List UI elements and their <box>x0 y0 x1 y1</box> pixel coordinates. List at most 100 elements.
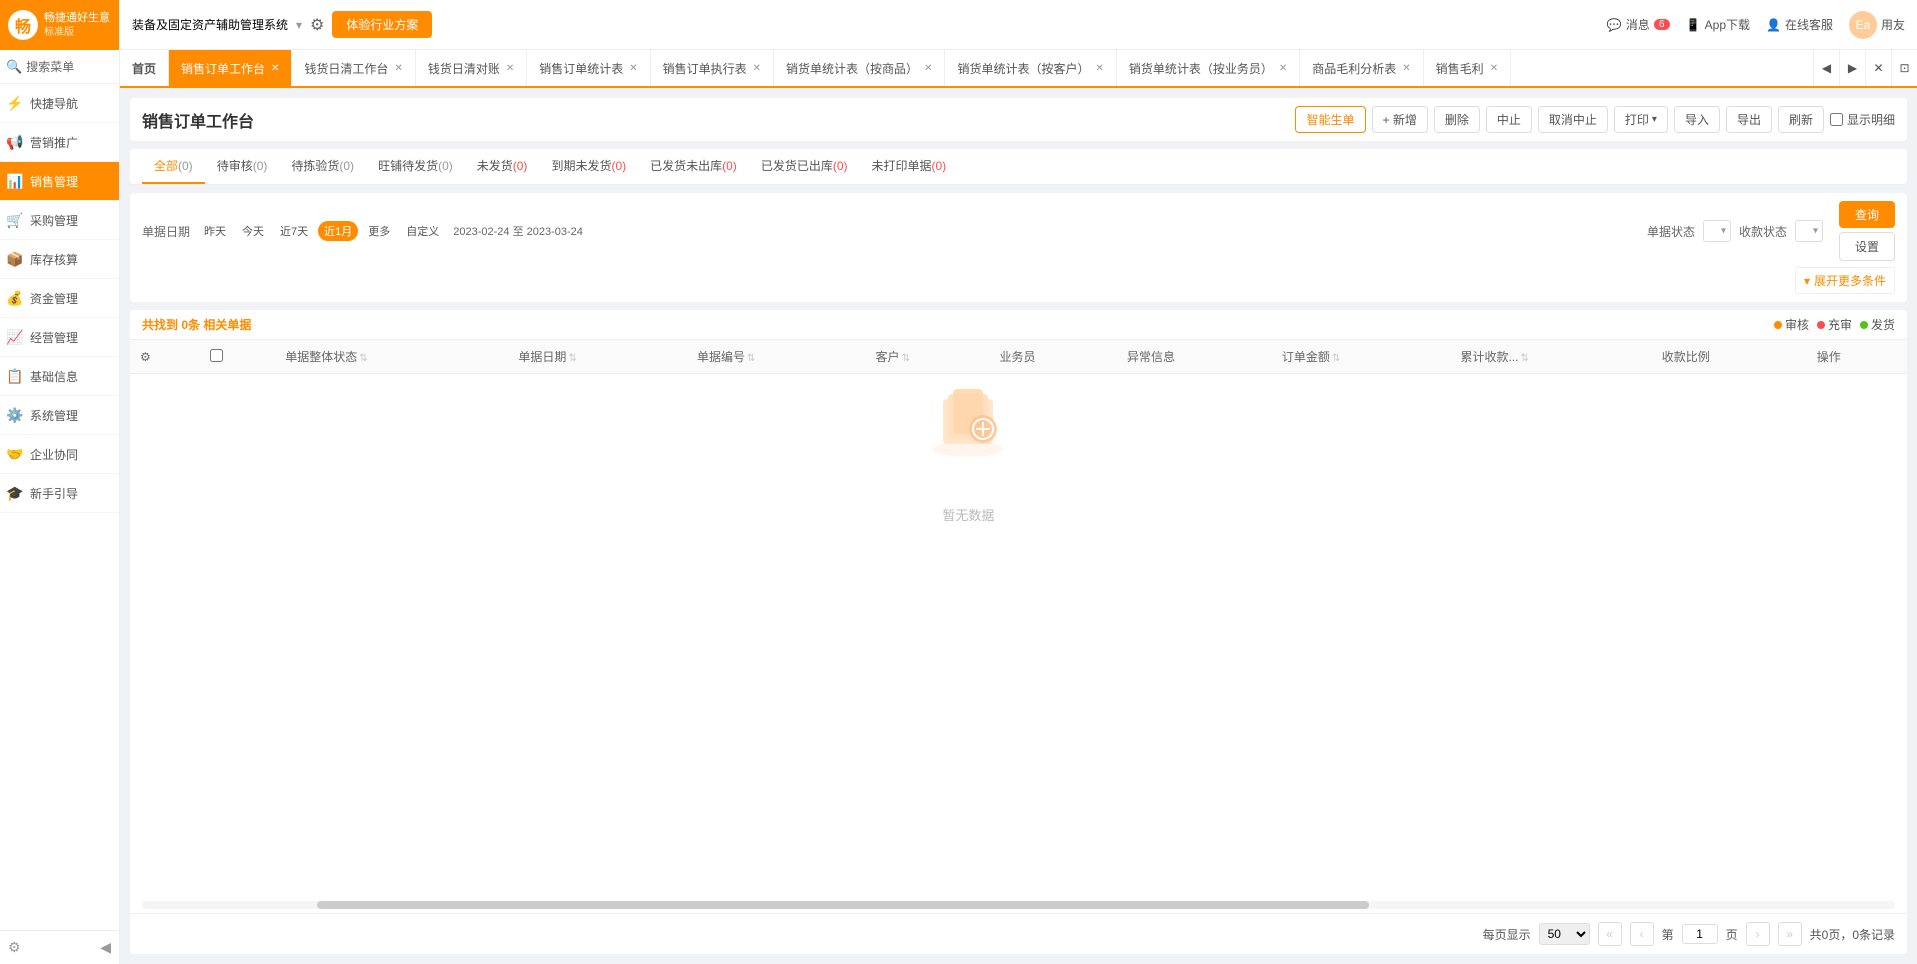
system-dropdown-icon[interactable]: ▾ <box>296 18 302 32</box>
filter-tab-shipped-out[interactable]: 已发货已出库(0) <box>749 149 860 184</box>
expand-more-button[interactable]: ▾ 展开更多条件 <box>1795 267 1895 294</box>
search-menu[interactable]: 🔍 搜索菜单 <box>0 50 119 84</box>
first-page-button[interactable]: « <box>1598 922 1622 946</box>
ship-action-button[interactable]: 发货 <box>1860 316 1895 333</box>
filter-tab-wangpu-pending[interactable]: 旺铺待发货(0) <box>366 149 465 184</box>
collapse-icon[interactable]: ◀ <box>100 939 111 956</box>
date-quick-btn-近7天[interactable]: 近7天 <box>274 221 314 241</box>
sidebar-item-system-mgmt[interactable]: ⚙️系统管理 <box>0 396 119 435</box>
online-service-button[interactable]: 👤 在线客服 <box>1766 16 1833 33</box>
sidebar-item-quick-nav[interactable]: ⚡快捷导航 <box>0 84 119 123</box>
tab-close-sales-stat-product[interactable]: ✕ <box>924 63 932 74</box>
tab-close-sales-workbench[interactable]: ✕ <box>271 63 279 74</box>
sidebar-item-enterprise-collab[interactable]: 🤝企业协同 <box>0 435 119 474</box>
table-header-amount[interactable]: 订单金额⇅ <box>1272 340 1451 374</box>
sidebar-item-marketing[interactable]: 📢营销推广 <box>0 123 119 162</box>
sidebar-item-operation-mgmt[interactable]: 📈经营管理 <box>0 318 119 357</box>
table-scroll[interactable]: ⚙单据整体状态⇅单据日期⇅单据编号⇅客户⇅业务员异常信息订单金额⇅累计收款...… <box>130 340 1907 897</box>
print-button[interactable]: 打印 ▾ <box>1614 106 1668 133</box>
delete-button[interactable]: 删除 <box>1434 106 1480 133</box>
filter-tab-all[interactable]: 全部(0) <box>142 149 205 184</box>
scrollbar-thumb[interactable] <box>317 901 1369 909</box>
settings-icon[interactable]: ⚙ <box>8 939 21 956</box>
import-button[interactable]: 导入 <box>1674 106 1720 133</box>
unreviewed-action-button[interactable]: 充审 <box>1817 316 1852 333</box>
tab-cash-reconcile[interactable]: 钱货日清对账✕ <box>416 50 527 87</box>
tab-sales-stat-product[interactable]: 销货单统计表（按商品） ✕ <box>774 50 945 87</box>
tab-close-sales-stat-customer[interactable]: ✕ <box>1095 63 1103 74</box>
tab-gross-profit[interactable]: 商品毛利分析表✕ <box>1300 50 1423 87</box>
per-page-select[interactable]: 50 100 200 <box>1539 923 1590 945</box>
tab-home[interactable]: 首页 <box>120 50 169 87</box>
tab-sales-profit[interactable]: 销售毛利✕ <box>1424 50 1511 87</box>
show-detail-checkbox[interactable]: 显示明细 <box>1830 111 1895 128</box>
sidebar-item-basic-info[interactable]: 📋基础信息 <box>0 357 119 396</box>
tab-close-gross-profit[interactable]: ✕ <box>1402 63 1410 74</box>
app-download-button[interactable]: 📱 App下载 <box>1686 16 1750 33</box>
date-quick-btn-更多[interactable]: 更多 <box>362 221 396 241</box>
sidebar-item-purchase-mgmt[interactable]: 🛒采购管理 <box>0 201 119 240</box>
next-page-button[interactable]: › <box>1746 922 1770 946</box>
sidebar-item-beginner-guide[interactable]: 🎓新手引导 <box>0 474 119 513</box>
tab-sales-stat-staff[interactable]: 销货单统计表（按业务员）✕ <box>1117 50 1300 87</box>
tab-maximize[interactable]: ⊡ <box>1891 50 1917 87</box>
date-quick-btn-昨天[interactable]: 昨天 <box>198 221 232 241</box>
table-header-checkbox[interactable] <box>200 340 275 374</box>
settings-gear-icon[interactable]: ⚙ <box>310 15 324 35</box>
horizontal-scrollbar[interactable] <box>142 901 1895 909</box>
filter-tab-expired-not-shipped[interactable]: 到期未发货(0) <box>539 149 638 184</box>
tab-close-sales-stat-staff[interactable]: ✕ <box>1279 63 1287 74</box>
filter-tab-not-printed[interactable]: 未打印单据(0) <box>860 149 959 184</box>
table-header-collected[interactable]: 累计收款...⇅ <box>1450 340 1651 374</box>
refresh-button[interactable]: 刷新 <box>1778 106 1824 133</box>
page-input[interactable] <box>1682 924 1718 944</box>
select-all-checkbox[interactable] <box>210 349 223 362</box>
sidebar-item-finance-mgmt[interactable]: 💰资金管理 <box>0 279 119 318</box>
prev-page-button[interactable]: ‹ <box>1630 922 1654 946</box>
tab-close-sales-exec[interactable]: ✕ <box>753 63 761 74</box>
logo-icon: 畅 <box>8 10 38 40</box>
table-header-gear[interactable]: ⚙ <box>130 340 200 374</box>
tab-close-sales-stat[interactable]: ✕ <box>629 63 637 74</box>
message-button[interactable]: 💬 消息 6 <box>1607 16 1670 33</box>
filter-tab-pending-review[interactable]: 待审核(0) <box>205 149 280 184</box>
table-header-status[interactable]: 单据整体状态⇅ <box>275 340 508 374</box>
tab-scroll-prev[interactable]: ◀ <box>1813 50 1839 87</box>
date-quick-btn-今天[interactable]: 今天 <box>236 221 270 241</box>
tab-cash-daily[interactable]: 钱货日清工作台✕ <box>292 50 415 87</box>
tab-sales-exec[interactable]: 销售订单执行表✕ <box>651 50 774 87</box>
smart-gen-button[interactable]: 智能生单 <box>1295 106 1365 133</box>
filter-tab-pending-inspect[interactable]: 待拣验货(0) <box>279 149 366 184</box>
set-button[interactable]: 设置 <box>1839 232 1895 261</box>
export-button[interactable]: 导出 <box>1726 106 1772 133</box>
tab-close-sales-profit[interactable]: ✕ <box>1490 63 1498 74</box>
status-select[interactable] <box>1703 220 1731 242</box>
user-menu[interactable]: Ea 用友 <box>1849 11 1905 39</box>
last-page-button[interactable]: » <box>1778 922 1802 946</box>
cancel-stop-button[interactable]: 取消中止 <box>1538 106 1608 133</box>
table-header-number[interactable]: 单据编号⇅ <box>687 340 866 374</box>
tab-scroll-next[interactable]: ▶ <box>1839 50 1865 87</box>
table-header-date[interactable]: 单据日期⇅ <box>508 340 687 374</box>
review-action-button[interactable]: 审核 <box>1774 316 1809 333</box>
tab-sales-stat[interactable]: 销售订单统计表✕ <box>527 50 650 87</box>
tab-close-all[interactable]: ✕ <box>1865 50 1891 87</box>
tab-close-cash-daily[interactable]: ✕ <box>394 63 402 74</box>
industry-solution-button[interactable]: 体验行业方案 <box>332 11 432 38</box>
add-button[interactable]: + 新增 <box>1372 106 1428 133</box>
sidebar-item-sales-mgmt[interactable]: 📊销售管理 <box>0 162 119 201</box>
date-quick-btn-近1月[interactable]: 近1月 <box>318 221 358 241</box>
query-button[interactable]: 查询 <box>1839 201 1895 228</box>
table-header-customer[interactable]: 客户⇅ <box>866 340 990 374</box>
stop-button[interactable]: 中止 <box>1486 106 1532 133</box>
filter-tab-not-shipped[interactable]: 未发货(0) <box>465 149 540 184</box>
tab-label-sales-stat-product: 销货单统计表（按商品） <box>786 60 918 77</box>
filter-tab-shipped-not-out[interactable]: 已发货未出库(0) <box>638 149 749 184</box>
tab-sales-stat-customer[interactable]: 销货单统计表（按客户）✕ <box>945 50 1116 87</box>
date-quick-btn-自定义[interactable]: 自定义 <box>400 221 445 241</box>
sidebar-item-inventory[interactable]: 📦库存核算 <box>0 240 119 279</box>
tab-close-cash-reconcile[interactable]: ✕ <box>506 63 514 74</box>
payment-select[interactable] <box>1795 220 1823 242</box>
tab-sales-workbench[interactable]: 销售订单工作台✕ <box>169 50 292 87</box>
show-detail-input[interactable] <box>1830 113 1843 126</box>
